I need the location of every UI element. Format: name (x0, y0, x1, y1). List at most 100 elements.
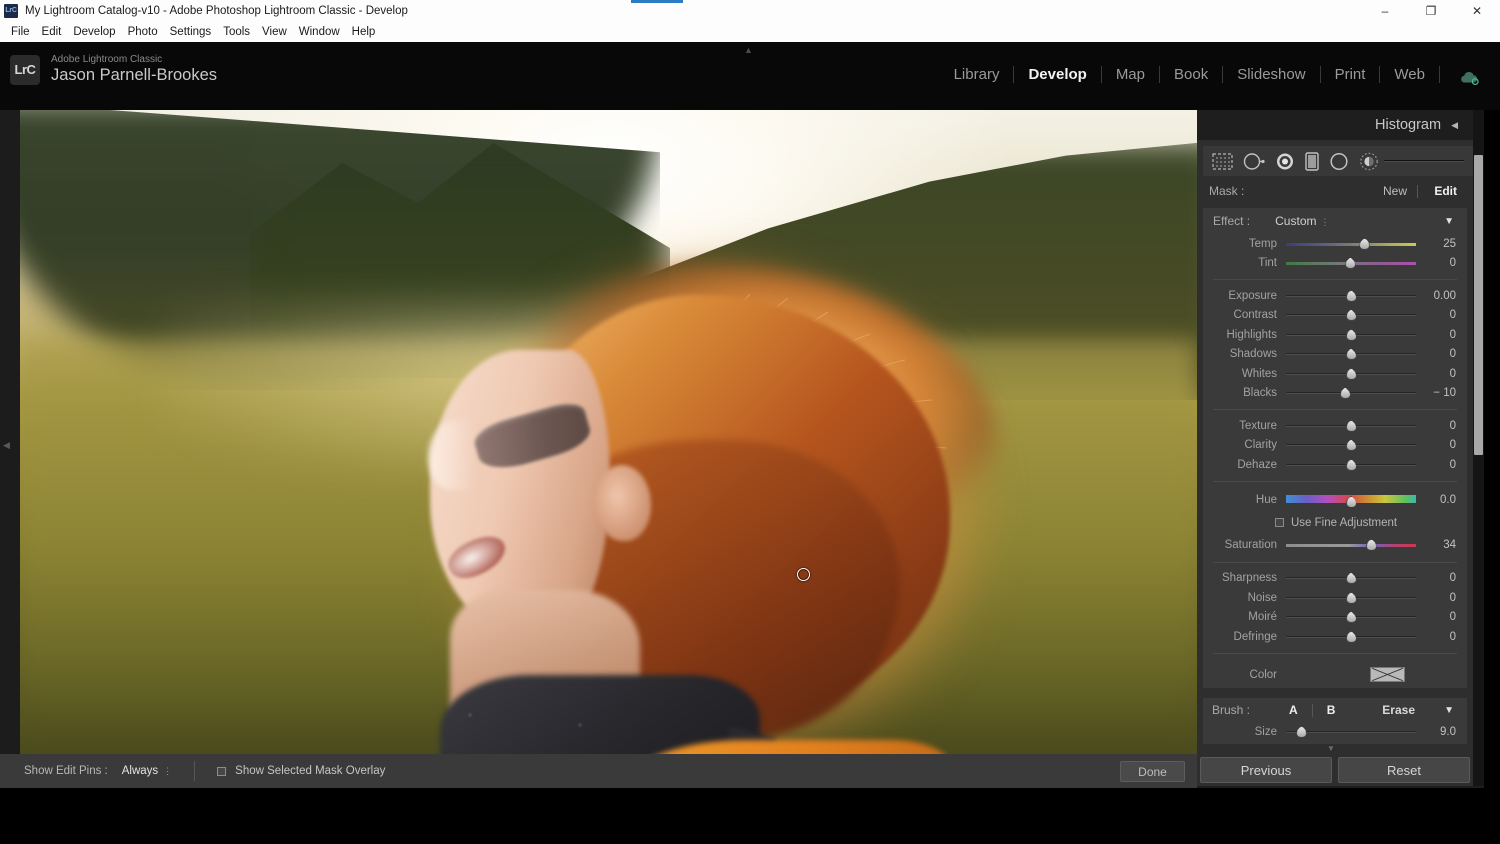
panel-resize-handle-icon[interactable]: ▼ (1327, 744, 1335, 753)
slider-knob[interactable] (1344, 257, 1356, 269)
menu-develop[interactable]: Develop (67, 25, 121, 39)
done-button[interactable]: Done (1120, 761, 1185, 782)
color-row[interactable]: Color (1203, 660, 1467, 690)
module-map[interactable]: Map (1102, 66, 1159, 83)
effect-preset-dropdown[interactable]: Custom ⋮ (1275, 214, 1329, 228)
slider-temp[interactable]: Temp 25 (1203, 234, 1467, 254)
slider-knob[interactable] (1345, 439, 1357, 451)
feather-icon[interactable] (1359, 152, 1379, 171)
show-edit-pins-dropdown[interactable]: Always ⋮ (122, 765, 172, 777)
slider-knob[interactable] (1339, 387, 1351, 399)
effect-collapse-caret-icon[interactable]: ▼ (1444, 216, 1454, 227)
slider-knob[interactable] (1345, 348, 1357, 360)
slider-knob[interactable] (1345, 458, 1357, 471)
brush-collapse-caret-icon[interactable]: ▼ (1444, 705, 1454, 716)
mask-label: Mask : (1209, 184, 1245, 198)
linear-gradient-icon[interactable] (1305, 151, 1319, 171)
slider-exposure[interactable]: Exposure 0.00 (1203, 286, 1467, 306)
previous-button[interactable]: Previous (1200, 757, 1332, 783)
brush-a-button[interactable]: A (1289, 703, 1298, 717)
maximize-icon[interactable]: ❐ (1408, 0, 1454, 22)
left-panel-toggle-icon[interactable]: ◀ (3, 440, 11, 450)
select-subject-icon[interactable] (1212, 152, 1233, 170)
menu-settings[interactable]: Settings (164, 25, 218, 39)
slider-track[interactable] (1286, 392, 1416, 395)
slider-sharpness[interactable]: Sharpness 0 (1203, 569, 1467, 589)
module-library[interactable]: Library (940, 66, 1014, 83)
slider-track[interactable] (1286, 242, 1416, 246)
cloud-sync-icon[interactable] (1458, 70, 1480, 86)
slider-knob[interactable] (1296, 725, 1308, 738)
menu-edit[interactable]: Edit (36, 25, 68, 39)
slider-knob[interactable] (1345, 367, 1357, 380)
mask-edit-button[interactable]: Edit (1434, 184, 1457, 198)
top-panel-toggle-icon[interactable]: ▲ (744, 45, 753, 55)
slider-knob[interactable] (1345, 591, 1357, 604)
slider-hue[interactable]: Hue 0.0 (1203, 488, 1467, 512)
slider-brush-size[interactable]: Size 9.0 (1203, 722, 1467, 742)
photo-preview[interactable] (20, 110, 1197, 754)
minimize-icon[interactable]: – (1362, 0, 1408, 22)
image-canvas[interactable] (0, 110, 1197, 754)
module-book[interactable]: Book (1160, 66, 1222, 83)
slider-shadows[interactable]: Shadows 0 (1203, 345, 1467, 365)
mask-new-button[interactable]: New (1383, 184, 1407, 198)
module-develop[interactable]: Develop (1014, 66, 1100, 83)
histogram-collapse-icon[interactable]: ◀ (1451, 120, 1458, 131)
menu-photo[interactable]: Photo (122, 25, 164, 39)
slider-tint[interactable]: Tint 0 (1203, 254, 1467, 274)
slider-knob[interactable] (1345, 572, 1357, 584)
slider-noise[interactable]: Noise 0 (1203, 588, 1467, 608)
mask-overlay-checkbox[interactable] (217, 766, 227, 776)
slider-knob[interactable] (1359, 237, 1371, 250)
histogram-panel-header[interactable]: Histogram ◀ (1197, 110, 1500, 140)
slider-whites[interactable]: Whites 0 (1203, 364, 1467, 384)
range-circle-icon[interactable] (1329, 152, 1349, 171)
slider-knob[interactable] (1345, 611, 1357, 623)
module-slideshow[interactable]: Slideshow (1223, 66, 1319, 83)
panel-scrollbar-thumb[interactable] (1474, 155, 1483, 455)
none-color-swatch[interactable] (1370, 666, 1405, 682)
window-titlebar: LrC My Lightroom Catalog-v10 - Adobe Pho… (0, 0, 1500, 22)
reset-button[interactable]: Reset (1338, 757, 1470, 783)
slider-knob[interactable] (1345, 289, 1357, 302)
slider-texture[interactable]: Texture 0 (1203, 416, 1467, 436)
menu-tools[interactable]: Tools (217, 25, 256, 39)
panel-divider (1213, 652, 1457, 654)
slider-contrast[interactable]: Contrast 0 (1203, 306, 1467, 326)
slider-moire[interactable]: Moiré 0 (1203, 608, 1467, 628)
brush-erase-button[interactable]: Erase (1382, 703, 1415, 717)
slider-saturation[interactable]: Saturation 34 (1203, 534, 1467, 556)
brush-b-button[interactable]: B (1327, 703, 1336, 717)
slider-dehaze[interactable]: Dehaze 0 (1203, 455, 1467, 475)
slider-value: 0 (1449, 419, 1456, 432)
slider-knob[interactable] (1365, 538, 1377, 551)
identity-plate[interactable]: LrC Adobe Lightroom Classic Jason Parnel… (10, 54, 217, 85)
slider-knob[interactable] (1345, 328, 1357, 341)
brush-icon[interactable] (1243, 152, 1265, 171)
close-icon[interactable]: ✕ (1454, 0, 1500, 22)
slider-blacks[interactable]: Blacks − 10 (1203, 384, 1467, 404)
slider-label: Blacks (1243, 387, 1277, 400)
use-fine-adjustment-row[interactable]: Use Fine Adjustment (1203, 512, 1467, 534)
slider-label: Shadows (1229, 348, 1277, 361)
menu-file[interactable]: File (5, 25, 36, 39)
slider-clarity[interactable]: Clarity 0 (1203, 436, 1467, 456)
slider-knob[interactable] (1345, 309, 1357, 321)
slider-knob[interactable] (1345, 419, 1357, 432)
slider-defringe[interactable]: Defringe 0 (1203, 627, 1467, 647)
radial-gradient-icon[interactable] (1275, 152, 1295, 171)
effect-label: Effect : (1213, 214, 1251, 228)
feather-slider[interactable] (1384, 160, 1464, 162)
menu-view[interactable]: View (256, 25, 293, 39)
slider-track[interactable] (1286, 543, 1416, 547)
fine-adjustment-checkbox[interactable] (1275, 518, 1284, 527)
slider-value: 25 (1443, 237, 1456, 250)
slider-highlights[interactable]: Highlights 0 (1203, 325, 1467, 345)
module-web[interactable]: Web (1380, 66, 1439, 83)
slider-knob[interactable] (1345, 630, 1357, 643)
module-print[interactable]: Print (1321, 66, 1380, 83)
menu-help[interactable]: Help (346, 25, 382, 39)
menu-window[interactable]: Window (293, 25, 346, 39)
slider-label: Moiré (1248, 611, 1277, 624)
